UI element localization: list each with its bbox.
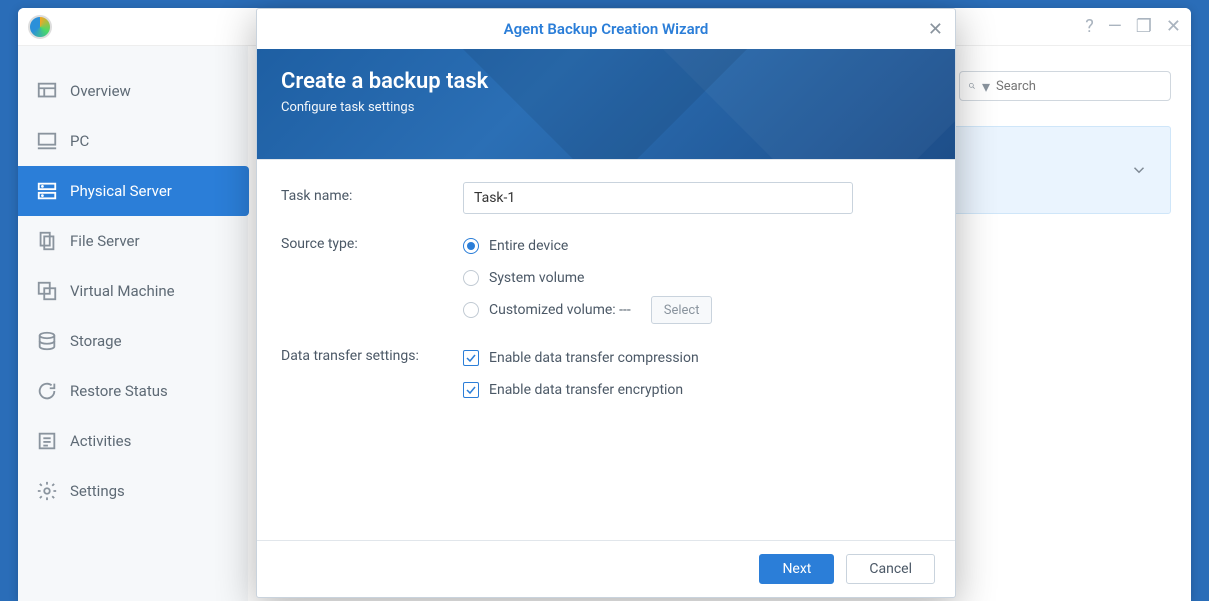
radio-entire-device[interactable]: Entire device [463, 230, 931, 262]
sidebar-item-label: Overview [70, 82, 131, 100]
checkbox-label: Enable data transfer compression [489, 350, 699, 366]
sidebar-item-label: PC [70, 132, 89, 150]
file-server-icon [36, 230, 58, 252]
modal-footer: Next Cancel [257, 541, 955, 597]
sidebar-item-label: Virtual Machine [70, 282, 175, 300]
modal-body: Task name: Source type: Entire device Sy… [257, 159, 955, 541]
chevron-down-icon [1130, 161, 1148, 183]
checkbox-encryption[interactable]: Enable data transfer encryption [463, 374, 931, 406]
sidebar: Overview PC Physical Server File Server [18, 46, 248, 601]
checkbox-label: Enable data transfer encryption [489, 382, 683, 398]
sidebar-item-label: Restore Status [70, 382, 168, 400]
task-name-input[interactable] [463, 182, 853, 214]
data-transfer-label: Data transfer settings: [281, 342, 463, 364]
banner-title: Create a backup task [281, 69, 931, 94]
banner-subtitle: Configure task settings [281, 100, 931, 115]
help-icon[interactable]: ? [1085, 16, 1094, 37]
sidebar-item-label: Settings [70, 482, 125, 500]
sidebar-item-label: File Server [70, 232, 140, 250]
task-name-label: Task name: [281, 182, 463, 204]
radio-icon [463, 302, 479, 318]
gear-icon [36, 480, 58, 502]
sidebar-item-settings[interactable]: Settings [18, 466, 248, 516]
checkbox-icon [463, 350, 479, 366]
sidebar-item-pc[interactable]: PC [18, 116, 248, 166]
close-icon[interactable]: ✕ [1166, 16, 1181, 37]
restore-icon [36, 380, 58, 402]
checkbox-icon [463, 382, 479, 398]
modal-titlebar: Agent Backup Creation Wizard ✕ [257, 9, 955, 49]
radio-customized-volume[interactable]: Customized volume: --- Select [463, 294, 931, 326]
radio-label: Customized volume: --- [489, 302, 631, 318]
search-icon [968, 79, 976, 93]
sidebar-item-physical-server[interactable]: Physical Server [18, 166, 249, 216]
search-box[interactable]: ▾ [959, 71, 1171, 101]
sidebar-item-virtual-machine[interactable]: Virtual Machine [18, 266, 248, 316]
search-input[interactable] [996, 79, 1162, 94]
modal-close-icon[interactable]: ✕ [928, 19, 943, 40]
sidebar-item-overview[interactable]: Overview [18, 66, 248, 116]
vm-icon [36, 280, 58, 302]
server-icon [36, 180, 58, 202]
radio-label: System volume [489, 270, 584, 286]
radio-icon [463, 238, 479, 254]
radio-label: Entire device [489, 238, 568, 254]
checkbox-compression[interactable]: Enable data transfer compression [463, 342, 931, 374]
sidebar-item-storage[interactable]: Storage [18, 316, 248, 366]
minimize-icon[interactable]: — [1108, 16, 1122, 37]
storage-icon [36, 330, 58, 352]
radio-icon [463, 270, 479, 286]
sidebar-item-file-server[interactable]: File Server [18, 216, 248, 266]
maximize-icon[interactable]: ❐ [1136, 16, 1152, 37]
modal-banner: Create a backup task Configure task sett… [257, 49, 955, 159]
app-icon [28, 15, 52, 39]
modal-title: Agent Backup Creation Wizard [504, 20, 709, 38]
sidebar-item-label: Activities [70, 432, 131, 450]
select-volume-button[interactable]: Select [651, 296, 713, 324]
next-button[interactable]: Next [759, 554, 834, 584]
cancel-button[interactable]: Cancel [846, 554, 935, 584]
source-type-label: Source type: [281, 230, 463, 252]
sidebar-item-label: Storage [70, 332, 122, 350]
radio-system-volume[interactable]: System volume [463, 262, 931, 294]
overview-icon [36, 80, 58, 102]
sidebar-item-restore-status[interactable]: Restore Status [18, 366, 248, 416]
sidebar-item-activities[interactable]: Activities [18, 416, 248, 466]
pc-icon [36, 130, 58, 152]
backup-wizard-modal: Agent Backup Creation Wizard ✕ Create a … [256, 8, 956, 598]
activities-icon [36, 430, 58, 452]
sidebar-item-label: Physical Server [70, 182, 172, 200]
